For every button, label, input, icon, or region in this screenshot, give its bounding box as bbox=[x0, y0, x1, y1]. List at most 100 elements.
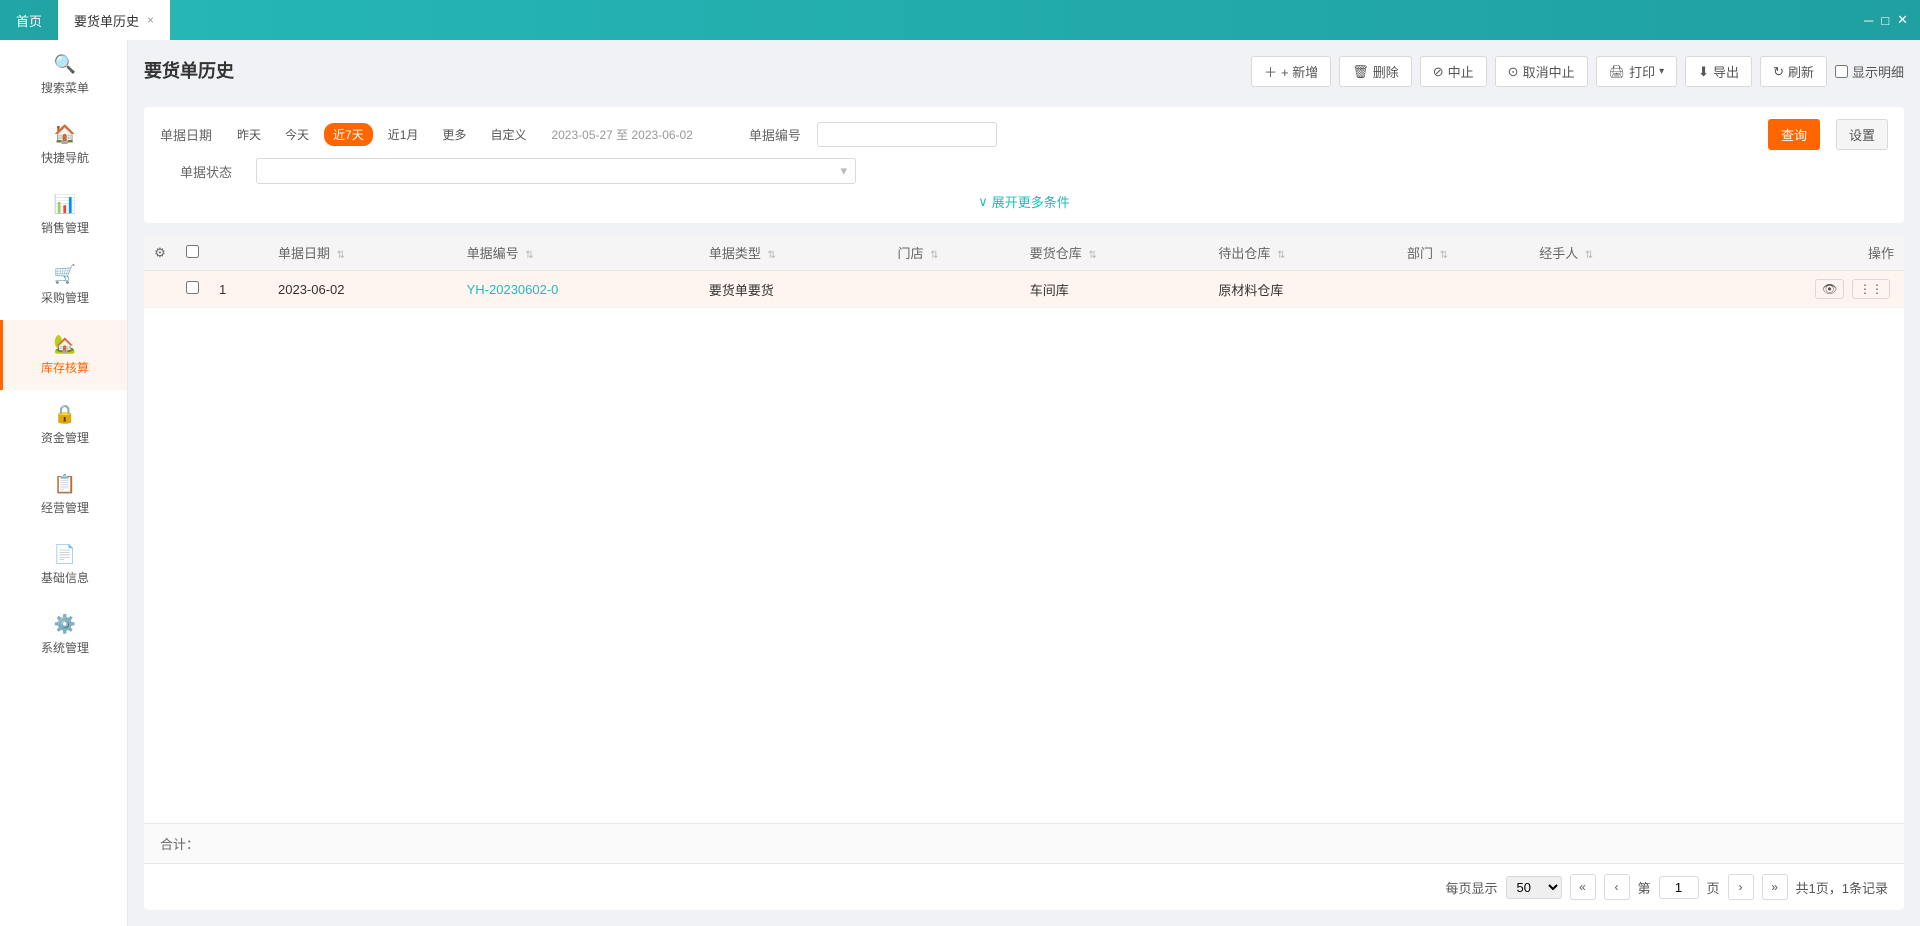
tab-close-icon[interactable]: × bbox=[147, 13, 154, 27]
window-controls: ─ □ ✕ bbox=[1852, 12, 1920, 28]
col-department-sort-icon: ⇅ bbox=[1440, 250, 1448, 261]
delete-button[interactable]: 🗑 删除 bbox=[1339, 56, 1412, 87]
row-department-cell bbox=[1397, 271, 1529, 308]
col-handler[interactable]: 经手人 ⇅ bbox=[1529, 235, 1689, 271]
doc-number-input[interactable] bbox=[817, 122, 997, 147]
col-department[interactable]: 部门 ⇅ bbox=[1397, 235, 1529, 271]
expand-more-btn[interactable]: ∨ 展开更多条件 bbox=[978, 192, 1070, 211]
display-detail-label: 显示明细 bbox=[1852, 62, 1904, 81]
sidebar-item-operations-mgmt[interactable]: 📋 经营管理 bbox=[0, 460, 127, 530]
content-area: 要货单历史 ＋ + 新增 🗑 删除 ⊘ 中止 ⊙ 取消中止 bbox=[128, 40, 1920, 926]
settings-button[interactable]: 设置 bbox=[1836, 119, 1888, 150]
table-footer: 合计： bbox=[144, 823, 1904, 863]
sidebar-item-purchase-mgmt[interactable]: 🛒 采购管理 bbox=[0, 250, 127, 320]
row-more-btn[interactable]: ⋮⋮ bbox=[1852, 279, 1890, 299]
delete-icon: 🗑 bbox=[1352, 64, 1369, 80]
sidebar-item-basic-info-label: 基础信息 bbox=[41, 569, 89, 586]
data-table: ⚙ 单据日期 ⇅ 单据编号 ⇅ bbox=[144, 235, 1904, 308]
close-icon[interactable]: ✕ bbox=[1897, 12, 1908, 28]
date-btn-more[interactable]: 更多 bbox=[433, 123, 475, 146]
next-page-btn[interactable]: › bbox=[1728, 874, 1754, 900]
tab-requisition-label: 要货单历史 bbox=[74, 11, 139, 30]
last-page-btn[interactable]: » bbox=[1762, 874, 1788, 900]
col-doc-number[interactable]: 单据编号 ⇅ bbox=[457, 235, 699, 271]
inventory-calc-icon: 🏡 bbox=[54, 334, 76, 355]
sidebar-item-basic-info[interactable]: 📄 基础信息 bbox=[0, 530, 127, 600]
sidebar-item-system-mgmt[interactable]: ⚙️ 系统管理 bbox=[0, 600, 127, 670]
page-input[interactable] bbox=[1659, 876, 1699, 899]
new-button[interactable]: ＋ + 新增 bbox=[1251, 56, 1331, 87]
minimize-icon[interactable]: ─ bbox=[1864, 13, 1873, 28]
page-input-suffix: 页 bbox=[1707, 878, 1720, 897]
settings-label: 设置 bbox=[1849, 125, 1875, 144]
col-doc-type[interactable]: 单据类型 ⇅ bbox=[699, 235, 888, 271]
col-req-warehouse[interactable]: 要货仓库 ⇅ bbox=[1020, 235, 1209, 271]
cancel-stop-button[interactable]: ⊙ 取消中止 bbox=[1495, 56, 1588, 87]
expand-row: ∨ 展开更多条件 bbox=[160, 192, 1888, 211]
col-pending-warehouse[interactable]: 待出仓库 ⇅ bbox=[1208, 235, 1397, 271]
stop-icon: ⊘ bbox=[1433, 64, 1444, 80]
col-store[interactable]: 门店 ⇅ bbox=[888, 235, 1020, 271]
tab-requisition-history[interactable]: 要货单历史 × bbox=[58, 0, 170, 40]
top-bar: 首页 要货单历史 × ─ □ ✕ bbox=[0, 0, 1920, 40]
first-page-btn[interactable]: « bbox=[1570, 874, 1596, 900]
refresh-label: 刷新 bbox=[1788, 62, 1814, 81]
sidebar-item-finance-mgmt-label: 资金管理 bbox=[41, 429, 89, 446]
query-button[interactable]: 查询 bbox=[1768, 119, 1820, 150]
row-req-warehouse-cell: 车间库 bbox=[1020, 271, 1209, 308]
date-btn-last7days[interactable]: 近7天 bbox=[324, 123, 373, 146]
filter-row-1: 单据日期 昨天 今天 近7天 近1月 更多 自定义 2023-05-27 至 2… bbox=[160, 119, 1888, 150]
sidebar-item-inventory-calc[interactable]: 🏡 库存核算 bbox=[0, 320, 127, 390]
export-button[interactable]: ⬇ 导出 bbox=[1685, 56, 1752, 87]
tab-list: 首页 要货单历史 × bbox=[0, 0, 1852, 40]
stop-button[interactable]: ⊘ 中止 bbox=[1420, 56, 1487, 87]
display-detail-checkbox[interactable] bbox=[1835, 65, 1848, 78]
sidebar-item-finance-mgmt[interactable]: 🔒 资金管理 bbox=[0, 390, 127, 460]
tab-home[interactable]: 首页 bbox=[0, 0, 58, 40]
delete-label: 删除 bbox=[1373, 62, 1399, 81]
print-button[interactable]: 🖨 打印 ▾ bbox=[1596, 56, 1678, 87]
refresh-button[interactable]: ↻ 刷新 bbox=[1760, 56, 1827, 87]
col-handler-sort-icon: ⇅ bbox=[1585, 250, 1593, 261]
col-pending-warehouse-label: 待出仓库 bbox=[1218, 246, 1270, 261]
col-checkbox[interactable] bbox=[176, 235, 209, 271]
row-checkbox-cell[interactable] bbox=[176, 271, 209, 308]
col-doc-date-label: 单据日期 bbox=[278, 246, 330, 261]
sidebar-item-search-menu-label: 搜索菜单 bbox=[41, 79, 89, 96]
col-doc-date[interactable]: 单据日期 ⇅ bbox=[268, 235, 457, 271]
print-label: 打印 bbox=[1629, 62, 1655, 81]
sidebar-item-operations-mgmt-label: 经营管理 bbox=[41, 499, 89, 516]
expand-btn-label: 展开更多条件 bbox=[992, 192, 1070, 211]
date-btn-yesterday[interactable]: 昨天 bbox=[228, 123, 270, 146]
page-size-select[interactable]: 50 10 20 100 bbox=[1506, 876, 1562, 899]
pagination: 每页显示 50 10 20 100 « ‹ 第 页 › » 共1页，1条记录 bbox=[144, 863, 1904, 910]
date-btn-last1month[interactable]: 近1月 bbox=[379, 123, 428, 146]
date-range-display: 2023-05-27 至 2023-06-02 bbox=[551, 126, 692, 143]
col-store-sort-icon: ⇅ bbox=[930, 250, 938, 261]
date-btn-today[interactable]: 今天 bbox=[276, 123, 318, 146]
row-checkbox[interactable] bbox=[186, 281, 199, 294]
col-settings[interactable]: ⚙ bbox=[144, 235, 176, 271]
doc-status-select[interactable]: ▾ bbox=[256, 158, 856, 184]
filter-row-2: 单据状态 ▾ bbox=[160, 158, 1888, 184]
new-icon: ＋ bbox=[1264, 62, 1277, 81]
doc-number-link[interactable]: YH-20230602-0 bbox=[467, 282, 559, 297]
prev-page-btn[interactable]: ‹ bbox=[1604, 874, 1630, 900]
select-all-checkbox[interactable] bbox=[186, 245, 199, 258]
doc-status-label: 单据状态 bbox=[180, 162, 232, 181]
sidebar-item-sales-mgmt[interactable]: 📊 销售管理 bbox=[0, 180, 127, 250]
total-info: 共1页，1条记录 bbox=[1796, 878, 1888, 897]
date-filter-label: 单据日期 bbox=[160, 125, 212, 144]
quick-nav-icon: 🏠 bbox=[54, 124, 76, 145]
col-department-label: 部门 bbox=[1407, 246, 1433, 261]
sidebar-item-quick-nav[interactable]: 🏠 快捷导航 bbox=[0, 110, 127, 180]
stop-label: 中止 bbox=[1448, 62, 1474, 81]
row-view-btn[interactable]: 👁 bbox=[1815, 279, 1844, 299]
tab-home-label: 首页 bbox=[16, 11, 42, 30]
table-scroll[interactable]: ⚙ 单据日期 ⇅ 单据编号 ⇅ bbox=[144, 235, 1904, 823]
sidebar-item-search-menu[interactable]: 🔍 搜索菜单 bbox=[0, 40, 127, 110]
date-btn-custom[interactable]: 自定义 bbox=[481, 123, 535, 146]
maximize-icon[interactable]: □ bbox=[1881, 13, 1889, 28]
expand-arrow-icon: ∨ bbox=[978, 194, 988, 210]
row-doc-number-cell[interactable]: YH-20230602-0 bbox=[457, 271, 699, 308]
